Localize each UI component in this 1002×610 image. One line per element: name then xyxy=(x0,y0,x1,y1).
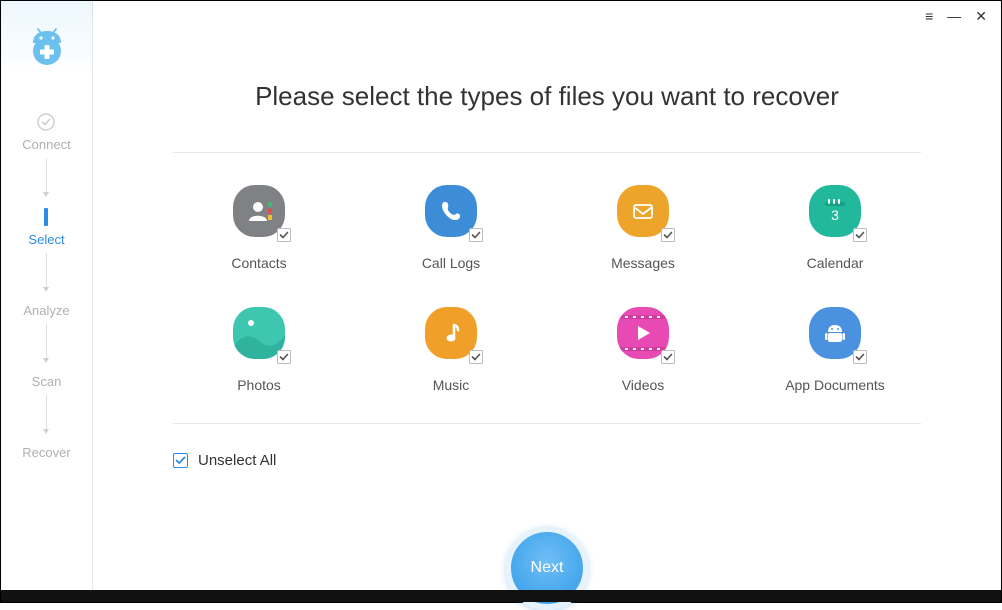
checkbox-icon xyxy=(661,350,675,364)
sidebar: Connect Select Analyze Scan Recover xyxy=(1,1,93,602)
phone-icon xyxy=(425,185,477,237)
tile-label: Videos xyxy=(622,377,665,393)
calendar-icon: 3 xyxy=(809,185,861,237)
minimize-button[interactable]: — xyxy=(947,8,961,24)
next-button-label: Next xyxy=(531,559,564,577)
tile-label: Contacts xyxy=(231,255,286,271)
tile-label: Messages xyxy=(611,255,675,271)
page-title: Please select the types of files you wan… xyxy=(163,81,931,112)
step-label: Recover xyxy=(22,445,70,460)
step-recover[interactable]: Recover xyxy=(22,445,70,460)
bottom-bar xyxy=(1,590,1001,602)
unselect-all-row: Unselect All xyxy=(163,424,931,469)
android-doc-icon xyxy=(809,307,861,359)
step-label: Connect xyxy=(22,137,70,152)
tile-videos[interactable]: Videos xyxy=(577,307,709,393)
tile-label: App Documents xyxy=(785,377,885,393)
photos-icon xyxy=(233,307,285,359)
titlebar: ≡ — ✕ xyxy=(911,1,1001,31)
tile-app-documents[interactable]: App Documents xyxy=(769,307,901,393)
checkbox-icon xyxy=(853,350,867,364)
checkbox-icon xyxy=(469,228,483,242)
file-type-grid: Contacts Call Logs Messages 3 Calendar xyxy=(163,153,931,423)
tile-label: Photos xyxy=(237,377,281,393)
tile-label: Music xyxy=(433,377,470,393)
step-connector xyxy=(46,158,47,194)
tile-contacts[interactable]: Contacts xyxy=(193,185,325,271)
step-analyze[interactable]: Analyze xyxy=(23,303,69,318)
step-connector xyxy=(46,324,47,360)
mail-icon xyxy=(617,185,669,237)
unselect-all-label: Unselect All xyxy=(198,452,276,469)
tile-calendar[interactable]: 3 Calendar xyxy=(769,185,901,271)
checkbox-icon xyxy=(853,228,867,242)
tile-messages[interactable]: Messages xyxy=(577,185,709,271)
tile-music[interactable]: Music xyxy=(385,307,517,393)
checkbox-icon xyxy=(661,228,675,242)
step-label: Scan xyxy=(32,374,62,389)
tile-call-logs[interactable]: Call Logs xyxy=(385,185,517,271)
video-icon xyxy=(617,307,669,359)
current-step-icon xyxy=(37,208,55,226)
tile-label: Call Logs xyxy=(422,255,480,271)
checkbox-icon xyxy=(469,350,483,364)
close-button[interactable]: ✕ xyxy=(975,8,987,25)
android-plus-icon xyxy=(25,25,69,69)
step-label: Select xyxy=(28,232,64,247)
step-select[interactable]: Select xyxy=(28,208,64,247)
unselect-all-checkbox[interactable] xyxy=(173,453,188,468)
music-icon xyxy=(425,307,477,359)
check-circle-icon xyxy=(37,113,55,131)
tile-label: Calendar xyxy=(807,255,864,271)
contacts-icon xyxy=(233,185,285,237)
svg-text:3: 3 xyxy=(831,207,839,223)
step-connector xyxy=(46,253,47,289)
app-logo xyxy=(1,1,93,93)
main-content: Please select the types of files you wan… xyxy=(93,1,1001,602)
tile-photos[interactable]: Photos xyxy=(193,307,325,393)
checkbox-icon xyxy=(277,350,291,364)
step-connect[interactable]: Connect xyxy=(22,113,70,152)
step-label: Analyze xyxy=(23,303,69,318)
step-scan[interactable]: Scan xyxy=(32,374,62,389)
menu-icon[interactable]: ≡ xyxy=(925,8,933,24)
step-connector xyxy=(46,395,47,431)
checkbox-icon xyxy=(277,228,291,242)
step-list: Connect Select Analyze Scan Recover xyxy=(1,113,92,460)
